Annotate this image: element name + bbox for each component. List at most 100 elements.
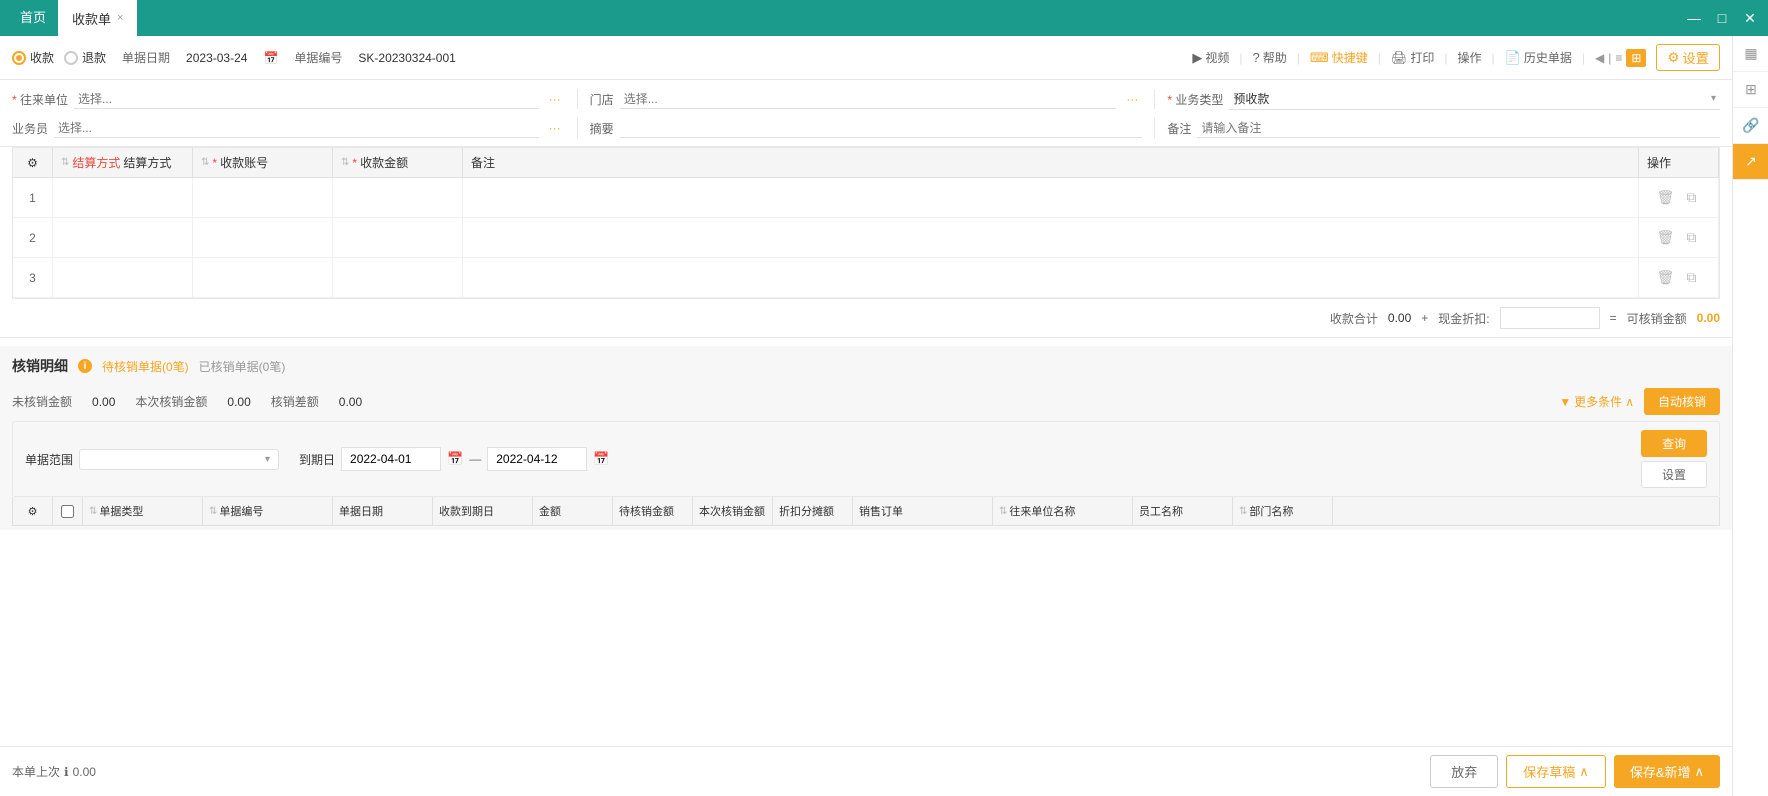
row3-remarks[interactable]	[463, 258, 1639, 297]
divider1	[577, 89, 578, 109]
row1-settle[interactable]	[53, 178, 193, 217]
business-type-select[interactable]: 预收款 ▾	[1229, 88, 1720, 110]
history-tool[interactable]: 📄 历史单据	[1505, 49, 1572, 66]
sort-icon-account[interactable]: ⇅	[201, 157, 209, 168]
row1-copy-icon[interactable]: ⧉	[1682, 188, 1702, 208]
cash-discount-input[interactable]	[1500, 307, 1600, 329]
row3-delete-icon[interactable]: 🗑	[1656, 268, 1676, 288]
help-tool[interactable]: ? 帮助	[1253, 49, 1287, 66]
bt-discount-header: 折扣分摊额	[773, 497, 853, 525]
row1-account[interactable]	[193, 178, 333, 217]
date-from-input[interactable]	[341, 447, 441, 471]
sort-type-icon[interactable]: ⇅	[89, 506, 97, 517]
salesperson-more-icon[interactable]: ···	[545, 121, 565, 135]
sidebar-link-icon[interactable]: 🔗	[1733, 108, 1768, 144]
sep6: |	[1582, 51, 1585, 65]
bt-amount-label: 金额	[539, 503, 561, 519]
partner-input[interactable]	[74, 90, 539, 109]
bt-dept-header: ⇅ 部门名称	[1233, 497, 1333, 525]
row3-copy-icon[interactable]: ⧉	[1682, 268, 1702, 288]
col-action-header: 操作	[1639, 148, 1719, 177]
save-new-btn[interactable]: 保存&新增 ∧	[1614, 755, 1720, 788]
row3-settle[interactable]	[53, 258, 193, 297]
nav-grid-icon[interactable]: ⊞	[1626, 49, 1646, 67]
calendar-icon[interactable]: 📅	[263, 51, 278, 65]
sep1: |	[1239, 51, 1242, 65]
sidebar-table-icon[interactable]: ▦	[1733, 36, 1768, 72]
row2-remarks[interactable]	[463, 218, 1639, 257]
row2-account[interactable]	[193, 218, 333, 257]
store-input[interactable]	[620, 90, 1117, 109]
sort-icon-amount[interactable]: ⇅	[341, 157, 349, 168]
close-btn[interactable]: ✕	[1740, 8, 1760, 28]
partner-more-icon[interactable]: ···	[545, 92, 565, 106]
bt-number-header: ⇅ 单据编号	[203, 497, 333, 525]
save-btn-label: 保存&新增	[1630, 762, 1691, 781]
calendar-from-icon[interactable]: 📅	[447, 451, 463, 467]
print-label: 打印	[1410, 49, 1434, 66]
pending-label[interactable]: 待核销单据(0笔)	[102, 358, 189, 375]
radio-receipt[interactable]: 收款	[12, 49, 54, 66]
row2-settle[interactable]	[53, 218, 193, 257]
sort-icon-settle[interactable]: ⇅	[61, 157, 69, 168]
video-tool[interactable]: ▶ 视频	[1192, 49, 1229, 66]
shortcut-label: 快捷键	[1332, 49, 1368, 66]
sidebar-grid-icon[interactable]: ⊞	[1733, 72, 1768, 108]
main-content: 收款 退款 单据日期 2023-03-24 📅 单据编号 SK-20230324…	[0, 36, 1768, 796]
sort-dept-icon[interactable]: ⇅	[1239, 506, 1247, 517]
sidebar-expand-icon[interactable]: ↗	[1733, 144, 1768, 180]
row2-amount[interactable]	[333, 218, 463, 257]
operations-tool[interactable]: 操作	[1457, 49, 1481, 66]
summary-input[interactable]	[620, 119, 1143, 138]
radio-refund[interactable]: 退款	[64, 49, 106, 66]
more-conditions-btn[interactable]: ▼ 更多条件 ∧	[1559, 393, 1634, 410]
nav-home[interactable]: 首页	[8, 0, 58, 36]
sort-partner-icon[interactable]: ⇅	[999, 506, 1007, 517]
unverified-label: 未核销金额	[12, 393, 72, 410]
divider4	[1154, 118, 1155, 138]
bt-checkbox-cell[interactable]	[53, 497, 83, 525]
row2-delete-icon[interactable]: 🗑	[1656, 228, 1676, 248]
table-gear-cell[interactable]: ⚙	[13, 148, 53, 177]
store-more-icon[interactable]: ···	[1122, 92, 1142, 106]
date-to-input[interactable]	[487, 447, 587, 471]
range-select[interactable]: ▾	[79, 449, 279, 470]
minimize-btn[interactable]: —	[1684, 8, 1704, 28]
row1-remarks[interactable]	[463, 178, 1639, 217]
bt-amount-header: 金额	[533, 497, 613, 525]
range-label: 单据范围	[25, 451, 73, 468]
nav-layout-icon[interactable]: ≡	[1615, 51, 1622, 65]
row2-action: 🗑 ⧉	[1639, 218, 1719, 257]
row1-delete-icon[interactable]: 🗑	[1656, 188, 1676, 208]
nav-arrow-left[interactable]: ◀	[1595, 51, 1604, 65]
sort-number-icon[interactable]: ⇅	[209, 506, 217, 517]
row3-amount[interactable]	[333, 258, 463, 297]
calendar-to-icon[interactable]: 📅	[593, 451, 609, 467]
store-label: 门店	[590, 91, 614, 108]
filter-settings-btn[interactable]: 设置	[1641, 461, 1707, 488]
tab-close-icon[interactable]: ×	[117, 12, 123, 24]
query-btn[interactable]: 查询	[1641, 430, 1707, 457]
row3-num: 3	[13, 258, 53, 297]
abandon-btn[interactable]: 放弃	[1430, 755, 1498, 788]
row3-account[interactable]	[193, 258, 333, 297]
print-tool[interactable]: 🖨 打印	[1391, 49, 1435, 66]
select-all-checkbox[interactable]	[61, 505, 74, 518]
salesperson-label: 业务员	[12, 120, 48, 137]
bt-gear-cell[interactable]: ⚙	[13, 497, 53, 525]
net-amount-value: 0.00	[1697, 311, 1720, 325]
maximize-btn[interactable]: □	[1712, 8, 1732, 28]
row2-copy-icon[interactable]: ⧉	[1682, 228, 1702, 248]
draft-btn[interactable]: 保存草稿 ∧	[1506, 755, 1606, 788]
auto-verify-btn[interactable]: 自动核销	[1644, 388, 1720, 415]
verification-section: 核销明细 i 待核销单据(0笔) 已核销单据(0笔) 未核销金额 0.00 本次…	[0, 346, 1732, 530]
row1-amount[interactable]	[333, 178, 463, 217]
tab-receipt[interactable]: 收款单 ×	[58, 0, 137, 36]
remarks-input[interactable]	[1197, 119, 1720, 138]
shortcut-tool[interactable]: ⌨ 快捷键	[1310, 49, 1368, 66]
scroll-area: 收款 退款 单据日期 2023-03-24 📅 单据编号 SK-20230324…	[0, 36, 1768, 796]
salesperson-input[interactable]	[54, 119, 539, 138]
settings-button[interactable]: ⚙ 设置	[1656, 44, 1720, 71]
current-verify-value: 0.00	[227, 395, 250, 409]
info-icon[interactable]: i	[78, 359, 92, 373]
